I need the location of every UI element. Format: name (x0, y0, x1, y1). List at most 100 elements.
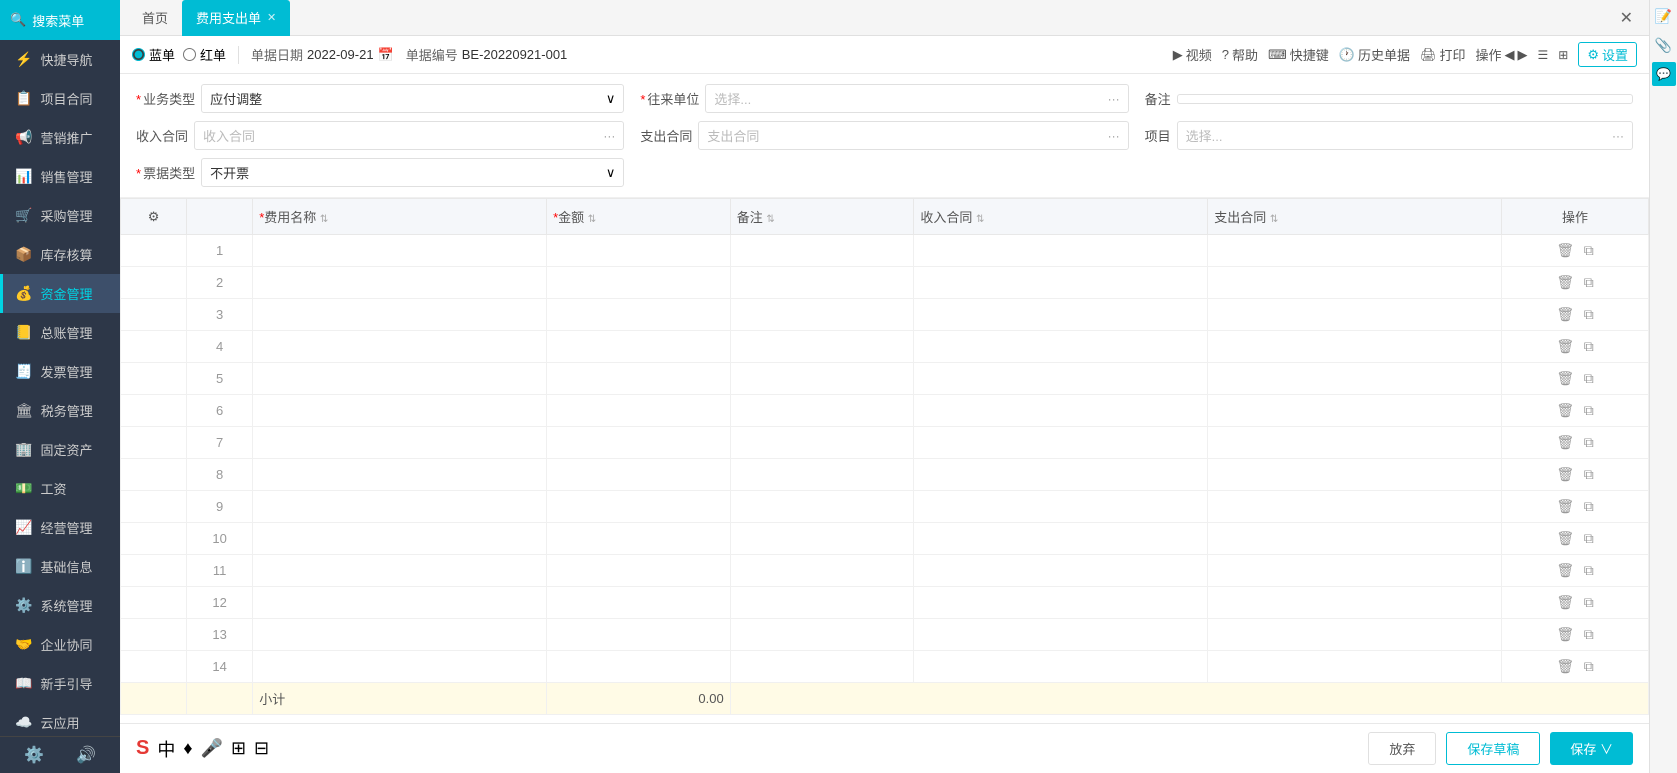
delete-row-button[interactable]: 🗑 (1556, 370, 1574, 386)
row-remark-cell[interactable] (730, 587, 914, 619)
income-sort-icon[interactable]: ⇅ (976, 214, 984, 225)
sidebar-item-system[interactable]: ⚙️系统管理 (0, 586, 120, 625)
help-button[interactable]: ? 帮助 (1222, 45, 1258, 64)
delete-row-button[interactable]: 🗑 (1556, 562, 1574, 578)
row-amount-cell[interactable] (547, 299, 731, 331)
layout-grid-icon[interactable]: ⊞ (1558, 48, 1568, 62)
copy-row-button[interactable]: ⧉ (1584, 498, 1594, 514)
row-expense-cell[interactable] (1208, 235, 1502, 267)
volume-footer-icon[interactable]: 🔊 (76, 745, 96, 765)
bottom-tool-4[interactable]: ⊞ (231, 738, 246, 759)
right-attachment-icon[interactable]: 📎 (1651, 33, 1676, 58)
copy-row-button[interactable]: ⧉ (1584, 466, 1594, 482)
sidebar-item-ledger[interactable]: 📒总账管理 (0, 313, 120, 352)
row-name-cell[interactable] (253, 395, 547, 427)
delete-row-button[interactable]: 🗑 (1556, 402, 1574, 418)
sidebar-item-operation[interactable]: 📈经营管理 (0, 508, 120, 547)
delete-row-button[interactable]: 🗑 (1556, 594, 1574, 610)
calendar-icon[interactable]: 📅 (378, 47, 394, 63)
row-remark-cell[interactable] (730, 363, 914, 395)
row-income-cell[interactable] (914, 555, 1208, 587)
copy-row-button[interactable]: ⧉ (1584, 626, 1594, 642)
print-button[interactable]: 🖨 打印 (1420, 45, 1466, 64)
red-doc-radio[interactable]: 红单 (183, 45, 226, 64)
sidebar-item-inventory[interactable]: 📦库存核算 (0, 235, 120, 274)
invoice-type-select[interactable]: 不开票 ∨ (201, 158, 624, 187)
name-sort-icon[interactable]: ⇅ (320, 214, 328, 225)
row-name-cell[interactable] (253, 491, 547, 523)
row-name-cell[interactable] (253, 523, 547, 555)
row-expense-cell[interactable] (1208, 331, 1502, 363)
row-remark-cell[interactable] (730, 491, 914, 523)
partner-input[interactable]: 选择... ··· (705, 84, 1128, 113)
business-type-select[interactable]: 应付调整 ∨ (201, 84, 624, 113)
row-expense-cell[interactable] (1208, 363, 1502, 395)
row-income-cell[interactable] (914, 363, 1208, 395)
bottom-tool-2[interactable]: ♦ (183, 738, 192, 759)
bottom-tool-5[interactable]: ⊟ (254, 738, 269, 759)
settings-button[interactable]: ⚙ 设置 (1578, 42, 1637, 67)
amount-sort-icon[interactable]: ⇅ (588, 214, 596, 225)
row-name-cell[interactable] (253, 331, 547, 363)
row-amount-cell[interactable] (547, 267, 731, 299)
row-amount-cell[interactable] (547, 395, 731, 427)
row-name-cell[interactable] (253, 651, 547, 683)
row-name-cell[interactable] (253, 363, 547, 395)
layout-list-icon[interactable]: ☰ (1538, 48, 1549, 62)
table-amount-col[interactable]: *金额 ⇅ (547, 199, 731, 235)
save-draft-button[interactable]: 保存草稿 (1446, 732, 1540, 765)
sidebar-item-tax[interactable]: 🏛税务管理 (0, 391, 120, 430)
tab-expense[interactable]: 费用支出单✕ (182, 0, 290, 36)
remark-input[interactable] (1177, 94, 1633, 104)
row-income-cell[interactable] (914, 395, 1208, 427)
tab-home[interactable]: 首页 (128, 0, 182, 36)
row-income-cell[interactable] (914, 491, 1208, 523)
row-amount-cell[interactable] (547, 587, 731, 619)
table-expense-col[interactable]: 支出合同 ⇅ (1208, 199, 1502, 235)
income-contract-input[interactable]: 收入合同 ··· (194, 121, 624, 150)
row-amount-cell[interactable] (547, 363, 731, 395)
row-expense-cell[interactable] (1208, 299, 1502, 331)
table-name-col[interactable]: *费用名称 ⇅ (253, 199, 547, 235)
copy-row-button[interactable]: ⧉ (1584, 306, 1594, 322)
row-remark-cell[interactable] (730, 331, 914, 363)
copy-row-button[interactable]: ⧉ (1584, 434, 1594, 450)
row-income-cell[interactable] (914, 299, 1208, 331)
video-button[interactable]: ▶ 视频 (1173, 45, 1212, 64)
row-expense-cell[interactable] (1208, 459, 1502, 491)
copy-row-button[interactable]: ⧉ (1584, 370, 1594, 386)
actions-button[interactable]: 操作 ◀ ▶ (1475, 45, 1527, 64)
copy-row-button[interactable]: ⧉ (1584, 274, 1594, 290)
row-amount-cell[interactable] (547, 331, 731, 363)
row-amount-cell[interactable] (547, 555, 731, 587)
sidebar-item-cloud[interactable]: ☁️云应用 (0, 703, 120, 736)
sidebar-item-assets[interactable]: 🏢固定资产 (0, 430, 120, 469)
row-income-cell[interactable] (914, 523, 1208, 555)
row-expense-cell[interactable] (1208, 619, 1502, 651)
copy-row-button[interactable]: ⧉ (1584, 402, 1594, 418)
row-income-cell[interactable] (914, 459, 1208, 491)
row-name-cell[interactable] (253, 299, 547, 331)
row-remark-cell[interactable] (730, 459, 914, 491)
delete-row-button[interactable]: 🗑 (1556, 498, 1574, 514)
sidebar-item-capital[interactable]: 💰资金管理 (0, 274, 120, 313)
row-remark-cell[interactable] (730, 651, 914, 683)
delete-row-button[interactable]: 🗑 (1556, 306, 1574, 322)
row-income-cell[interactable] (914, 619, 1208, 651)
row-remark-cell[interactable] (730, 619, 914, 651)
row-income-cell[interactable] (914, 331, 1208, 363)
row-income-cell[interactable] (914, 427, 1208, 459)
row-name-cell[interactable] (253, 555, 547, 587)
row-remark-cell[interactable] (730, 235, 914, 267)
remark-sort-icon[interactable]: ⇅ (766, 214, 774, 225)
copy-row-button[interactable]: ⧉ (1584, 338, 1594, 354)
bottom-tool-1[interactable]: 中 (157, 736, 175, 762)
row-amount-cell[interactable] (547, 619, 731, 651)
history-button[interactable]: 🕐 历史单据 (1339, 45, 1410, 64)
sidebar-item-salary[interactable]: 💵工资 (0, 469, 120, 508)
row-amount-cell[interactable] (547, 235, 731, 267)
red-doc-input[interactable] (183, 48, 196, 61)
row-name-cell[interactable] (253, 587, 547, 619)
row-name-cell[interactable] (253, 459, 547, 491)
delete-row-button[interactable]: 🗑 (1556, 274, 1574, 290)
